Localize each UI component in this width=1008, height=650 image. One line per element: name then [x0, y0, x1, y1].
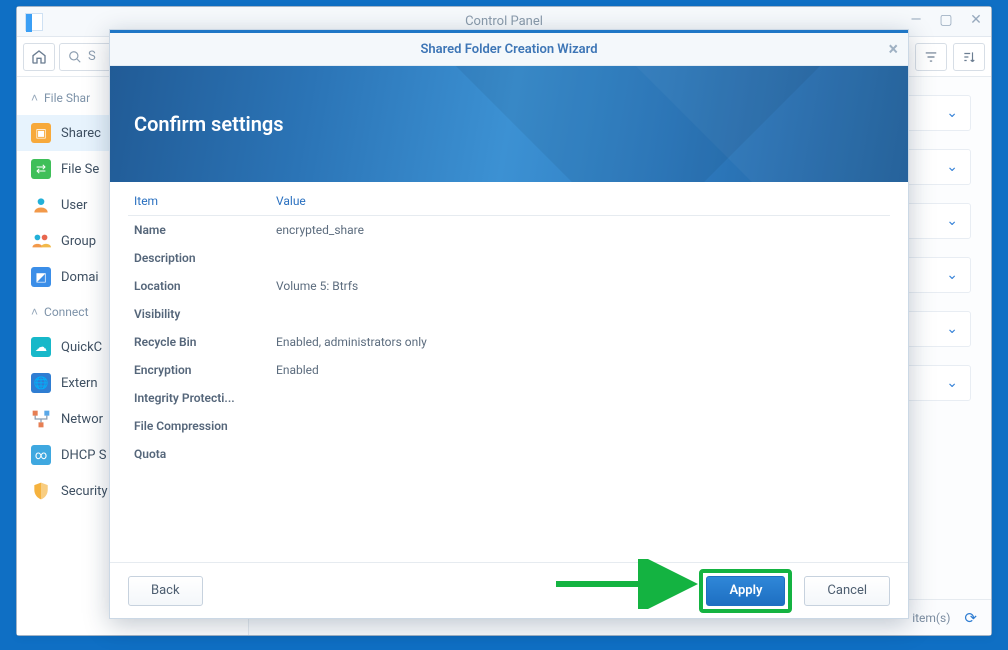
- back-button[interactable]: Back: [128, 576, 203, 606]
- cell-label: Name: [128, 223, 274, 237]
- grid-row: Integrity Protecti...: [128, 384, 890, 412]
- dialog-title: Shared Folder Creation Wizard ×: [110, 33, 908, 66]
- cell-value: Volume 5: Btrfs: [274, 279, 890, 293]
- search-icon: [68, 50, 82, 64]
- chevron-down-icon: ⌄: [946, 321, 958, 337]
- sidebar-item-label: Extern: [61, 376, 98, 391]
- sort-button[interactable]: [953, 43, 985, 71]
- grid-row: Description: [128, 244, 890, 272]
- chevron-down-icon: ⌄: [946, 105, 958, 121]
- cell-value: encrypted_share: [274, 223, 890, 237]
- chevron-down-icon: ⌄: [946, 159, 958, 175]
- sidebar-item-label: Networ: [61, 412, 103, 427]
- sidebar-item-label: Sharec: [61, 126, 101, 141]
- hero-title: Confirm settings: [134, 112, 284, 136]
- folder-icon: ▣: [31, 123, 51, 143]
- minimize-icon[interactable]: —: [907, 11, 925, 29]
- grid-header: Item Value: [128, 186, 890, 216]
- grid-row: Quota: [128, 440, 890, 468]
- window-title: Control Panel: [465, 14, 543, 29]
- filter-icon: [924, 50, 938, 64]
- user-icon: [31, 195, 51, 215]
- sidebar-item-label: Domai: [61, 270, 99, 285]
- sidebar-item-label: DHCP S: [61, 448, 106, 463]
- grid-row: Nameencrypted_share: [128, 216, 890, 244]
- cell-value: Enabled: [274, 363, 890, 377]
- cell-label: Encryption: [128, 363, 274, 377]
- sidebar-item-label: File Se: [61, 162, 99, 177]
- cell-label: Visibility: [128, 307, 274, 321]
- dialog-hero: Confirm settings: [110, 66, 908, 182]
- chevron-down-icon: ⌄: [946, 213, 958, 229]
- cell-label: Quota: [128, 447, 274, 461]
- dialog-title-text: Shared Folder Creation Wizard: [420, 42, 597, 57]
- network-icon: [31, 409, 51, 429]
- column-value[interactable]: Value: [274, 194, 890, 208]
- sidebar-item-label: Group: [61, 234, 96, 249]
- swap-icon: ⇄: [31, 159, 51, 179]
- globe-icon: 🌐: [31, 373, 51, 393]
- home-button[interactable]: [23, 43, 55, 71]
- column-item[interactable]: Item: [128, 194, 274, 208]
- dialog-body: Item Value Nameencrypted_share Descripti…: [110, 182, 908, 562]
- shield-icon: [31, 481, 51, 501]
- sidebar-item-label: Security: [61, 484, 108, 499]
- cloud-icon: ☁: [31, 337, 51, 357]
- window-controls: — ▢ ✕: [907, 11, 985, 29]
- cell-label: Description: [128, 251, 274, 265]
- id-icon: ◩: [31, 267, 51, 287]
- app-icon: [25, 13, 43, 31]
- filter-button[interactable]: [915, 43, 947, 71]
- section-label: File Shar: [44, 91, 90, 105]
- dhcp-icon: ∞: [31, 445, 51, 465]
- section-label: Connect: [44, 305, 88, 319]
- sort-icon: [962, 50, 976, 64]
- cell-value: Enabled, administrators only: [274, 335, 890, 349]
- cancel-button[interactable]: Cancel: [804, 576, 890, 606]
- close-window-icon[interactable]: ✕: [967, 11, 985, 29]
- search-placeholder: S: [88, 49, 96, 64]
- grid-row: Visibility: [128, 300, 890, 328]
- grid-row: LocationVolume 5: Btrfs: [128, 272, 890, 300]
- home-icon: [31, 49, 47, 65]
- cell-label: Integrity Protecti...: [128, 391, 274, 405]
- refresh-button[interactable]: ⟳: [964, 609, 977, 627]
- chevron-down-icon: ⌄: [946, 267, 958, 283]
- chevron-up-icon: ˄: [31, 305, 38, 319]
- apply-button[interactable]: Apply: [706, 576, 785, 606]
- grid-row: Recycle BinEnabled, administrators only: [128, 328, 890, 356]
- sidebar-item-label: QuickC: [61, 340, 102, 355]
- cell-label: Location: [128, 279, 274, 293]
- apply-highlight-annotation: Apply: [699, 569, 792, 613]
- dialog-footer: Back Apply Cancel: [110, 562, 908, 618]
- sidebar-item-label: User: [61, 198, 87, 213]
- grid-row: EncryptionEnabled: [128, 356, 890, 384]
- close-icon[interactable]: ×: [888, 39, 898, 60]
- grid-row: File Compression: [128, 412, 890, 440]
- cell-label: File Compression: [128, 419, 274, 433]
- chevron-down-icon: ⌄: [946, 375, 958, 391]
- maximize-icon[interactable]: ▢: [937, 11, 955, 29]
- cell-label: Recycle Bin: [128, 335, 274, 349]
- items-count: item(s): [912, 611, 950, 625]
- shared-folder-wizard-dialog: Shared Folder Creation Wizard × Confirm …: [109, 29, 909, 619]
- chevron-up-icon: ˄: [31, 91, 38, 105]
- group-icon: [31, 231, 51, 251]
